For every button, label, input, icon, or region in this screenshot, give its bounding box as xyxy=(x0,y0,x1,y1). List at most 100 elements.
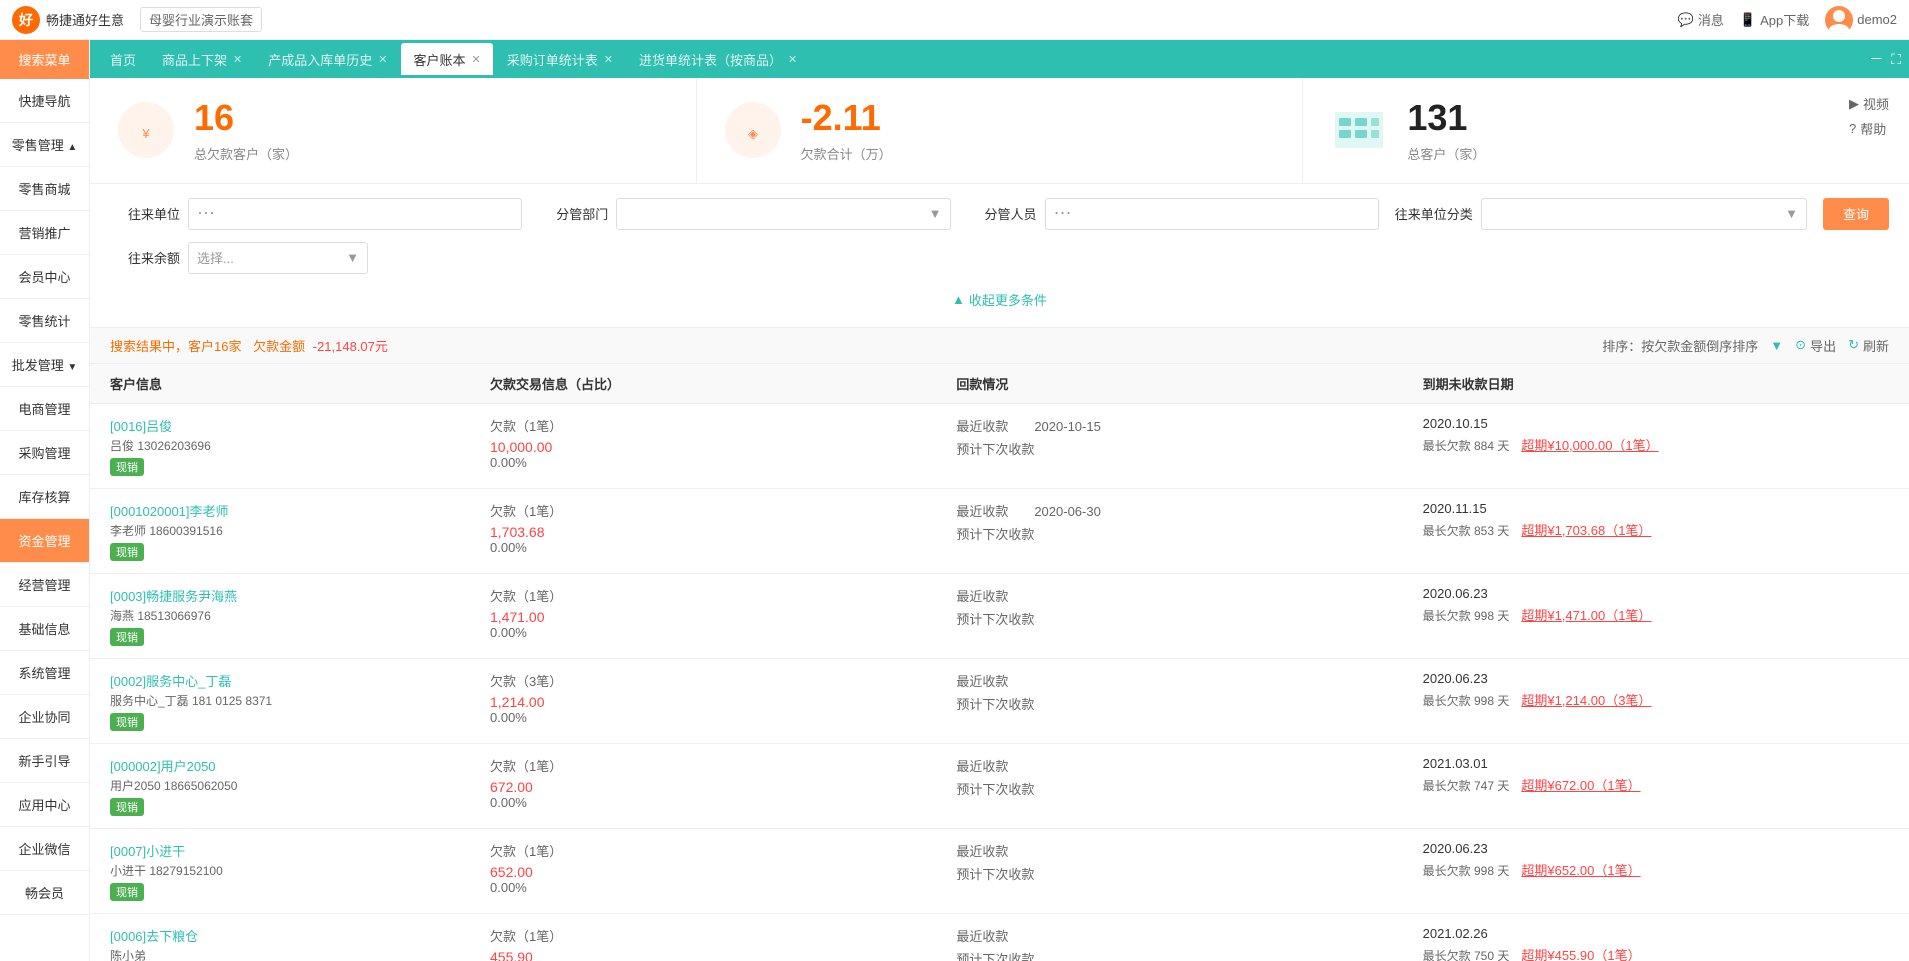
sort-arrow-icon: ▼ xyxy=(1770,338,1783,353)
sidebar-quick-nav[interactable]: 快捷导航 xyxy=(0,79,89,123)
tab-product-inbound[interactable]: 产成品入库单历史 ✕ xyxy=(256,43,399,75)
sidebar-item-retail-mall[interactable]: 零售商城 xyxy=(0,167,89,211)
filter-row-2: 往来余额 选择... ▼ xyxy=(110,242,1889,274)
sidebar-item-marketing[interactable]: 营销推广 xyxy=(0,211,89,255)
stat-card-actions: ▶ 视频 ? 帮助 xyxy=(1849,94,1889,138)
stat-info-debt-amount: -2.11 欠款合计（万） xyxy=(801,98,892,163)
filter-dept-label: 分管部门 xyxy=(538,204,608,223)
debt-cell-0003: 欠款（1笔） 1,471.00 0.00% xyxy=(490,586,956,640)
customer-phone-0007: 小进干 18279152100 xyxy=(110,862,490,879)
tab-product-inbound-close[interactable]: ✕ xyxy=(378,53,387,66)
sidebar-item-sys-mgmt[interactable]: 系统管理 xyxy=(0,651,89,695)
filter-manager: 分管人员 ··· xyxy=(967,198,1379,230)
overdue-link-0002[interactable]: 超期¥1,214.00（3笔） xyxy=(1521,693,1651,708)
tab-inbound-stats[interactable]: 进货单统计表（按商品） ✕ xyxy=(627,43,809,75)
customer-name-0016[interactable]: [0016]吕俊 xyxy=(110,419,172,434)
overdue-link-00010200001[interactable]: 超期¥1,703.68（1笔） xyxy=(1521,523,1651,538)
overdue-link-0016[interactable]: 超期¥10,000.00（1笔） xyxy=(1521,438,1658,453)
sidebar-item-corp-wechat[interactable]: 企业微信 xyxy=(0,827,89,871)
collect-cell-0006: 最近收款 预计下次收款 xyxy=(956,926,1422,961)
customer-phone-0003: 海燕 18513066976 xyxy=(110,607,490,624)
tab-bar: 首页 商品上下架 ✕ 产成品入库单历史 ✕ 客户账本 ✕ 采购订单统计表 ✕ 进… xyxy=(90,40,1909,78)
tab-product-inbound-label: 产成品入库单历史 xyxy=(268,50,372,69)
tab-customer-account-close[interactable]: ✕ xyxy=(472,53,481,66)
data-table: 客户信息 欠款交易信息（占比） 回款情况 到期未收款日期 [0016]吕俊 吕俊… xyxy=(90,364,1909,961)
sort-label: 排序：按欠款金额倒序排序 xyxy=(1602,336,1758,355)
store-name[interactable]: 母婴行业演示账套 xyxy=(140,7,262,32)
dept-select[interactable]: ▼ xyxy=(616,198,950,230)
category-select[interactable]: ▼ xyxy=(1481,198,1807,230)
overdue-link-000002[interactable]: 超期¥672.00（1笔） xyxy=(1521,778,1640,793)
tab-product-offshelf-label: 商品上下架 xyxy=(162,50,227,69)
tab-product-offshelf[interactable]: 商品上下架 ✕ xyxy=(150,43,254,75)
help-action[interactable]: ? 帮助 xyxy=(1849,119,1889,138)
collapse-bar[interactable]: ▲ 收起更多条件 xyxy=(110,286,1889,313)
tab-inbound-stats-label: 进货单统计表（按商品） xyxy=(639,50,782,69)
tab-maximize-icon[interactable]: ⛶ xyxy=(1891,51,1901,68)
customer-cell-000002: [000002]用户2050 用户2050 18665062050 现销 xyxy=(110,756,490,816)
stat-label-debt-customers: 总欠款客户（家） xyxy=(194,144,298,163)
customer-name-000002[interactable]: [000002]用户2050 xyxy=(110,759,216,774)
customer-name-0002[interactable]: [0002]服务中心_丁磊 xyxy=(110,674,231,689)
result-amount-value: -21,148.07元 xyxy=(313,339,388,354)
user-avatar[interactable]: demo2 xyxy=(1825,6,1897,34)
sidebar-item-member[interactable]: 会员中心 xyxy=(0,255,89,299)
sidebar-item-member-vip[interactable]: 畅会员 xyxy=(0,871,89,915)
sidebar-item-ecom-mgmt[interactable]: 电商管理 xyxy=(0,387,89,431)
sidebar-item-retail-mgmt[interactable]: 零售管理 ▲ xyxy=(0,123,89,167)
sidebar-item-basic-info[interactable]: 基础信息 xyxy=(0,607,89,651)
tab-purchase-order-stats-close[interactable]: ✕ xyxy=(604,53,613,66)
filter-area: 往来单位 ··· 分管部门 ▼ 分管人员 xyxy=(90,184,1909,328)
sidebar-item-corp-collab[interactable]: 企业协同 xyxy=(0,695,89,739)
sidebar-search[interactable]: 搜索菜单 xyxy=(0,40,89,79)
tab-product-offshelf-close[interactable]: ✕ xyxy=(233,53,242,66)
manager-input[interactable]: ··· xyxy=(1045,198,1379,230)
customer-name-0007[interactable]: [0007]小进干 xyxy=(110,844,185,859)
sidebar-item-inventory[interactable]: 库存核算 xyxy=(0,475,89,519)
sidebar-item-finance-mgmt[interactable]: 资金管理 xyxy=(0,519,89,563)
tab-customer-account[interactable]: 客户账本 ✕ xyxy=(401,43,492,75)
tab-purchase-order-stats[interactable]: 采购订单统计表 ✕ xyxy=(495,43,625,75)
sidebar-item-retail-stats[interactable]: 零售统计 xyxy=(0,299,89,343)
refresh-button[interactable]: ↻ 刷新 xyxy=(1848,336,1889,355)
overdue-cell-00010200001: 2020.11.15 最长欠款 853 天 超期¥1,703.68（1笔） xyxy=(1423,501,1889,539)
tab-customer-account-label: 客户账本 xyxy=(413,50,465,69)
filter-balance: 往来余额 选择... ▼ xyxy=(110,242,1889,274)
page-content: ¥ 16 总欠款客户（家） ◈ xyxy=(90,78,1909,961)
debt-cell-0002: 欠款（3笔） 1,214.00 0.00% xyxy=(490,671,956,725)
tab-inbound-stats-close[interactable]: ✕ xyxy=(788,53,797,66)
svg-text:◈: ◈ xyxy=(748,126,758,141)
tab-minimize-icon[interactable]: － xyxy=(1869,49,1883,69)
balance-arrow-icon: ▼ xyxy=(346,250,359,265)
tab-purchase-order-stats-label: 采购订单统计表 xyxy=(507,50,598,69)
stat-card-debt-amount: ◈ -2.11 欠款合计（万） xyxy=(697,78,1304,183)
message-button[interactable]: 💬 消息 xyxy=(1678,10,1724,29)
video-action[interactable]: ▶ 视频 xyxy=(1849,94,1889,113)
sidebar-item-batch-mgmt[interactable]: 批发管理 ▼ xyxy=(0,343,89,387)
sidebar-item-newbie[interactable]: 新手引导 xyxy=(0,739,89,783)
stat-card-total-customers: 131 总客户（家） ▶ 视频 ? 帮助 xyxy=(1303,78,1909,183)
customer-name-0006[interactable]: [0006]去下粮仓 xyxy=(110,929,198,944)
sidebar-item-purchase-mgmt[interactable]: 采购管理 xyxy=(0,431,89,475)
customer-input[interactable]: ··· xyxy=(188,198,522,230)
tab-home[interactable]: 首页 xyxy=(98,43,148,75)
query-button[interactable]: 查询 xyxy=(1823,198,1889,230)
result-info: 搜索结果中，客户16家 欠款金额 -21,148.07元 xyxy=(110,336,388,355)
collect-cell-0002: 最近收款 预计下次收款 xyxy=(956,671,1422,713)
overdue-link-0007[interactable]: 超期¥652.00（1笔） xyxy=(1521,863,1640,878)
app-download-button[interactable]: 📱 App下载 xyxy=(1740,10,1809,29)
export-button[interactable]: ⊙ 导出 xyxy=(1795,336,1836,355)
filter-customer: 往来单位 ··· xyxy=(110,198,522,230)
sidebar-item-app-center[interactable]: 应用中心 xyxy=(0,783,89,827)
overdue-cell-0006: 2021.02.26 最长欠款 750 天 超期¥455.90（1笔） xyxy=(1423,926,1889,961)
table-row: [0002]服务中心_丁磊 服务中心_丁磊 181 0125 8371 现销 欠… xyxy=(90,659,1909,744)
stat-label-total-customers: 总客户（家） xyxy=(1407,144,1485,163)
customer-name-0003[interactable]: [0003]畅捷服务尹海燕 xyxy=(110,589,237,604)
sidebar-item-ops-mgmt[interactable]: 经营管理 xyxy=(0,563,89,607)
filter-row-1: 往来单位 ··· 分管部门 ▼ 分管人员 xyxy=(110,198,1889,230)
overdue-link-0003[interactable]: 超期¥1,471.00（1笔） xyxy=(1521,608,1651,623)
collect-cell-0016: 最近收款 2020-10-15 预计下次收款 xyxy=(956,416,1422,458)
balance-select[interactable]: 选择... ▼ xyxy=(188,242,368,274)
overdue-link-0006[interactable]: 超期¥455.90（1笔） xyxy=(1521,948,1640,961)
customer-name-00010200001[interactable]: [0001020001]李老师 xyxy=(110,504,229,519)
